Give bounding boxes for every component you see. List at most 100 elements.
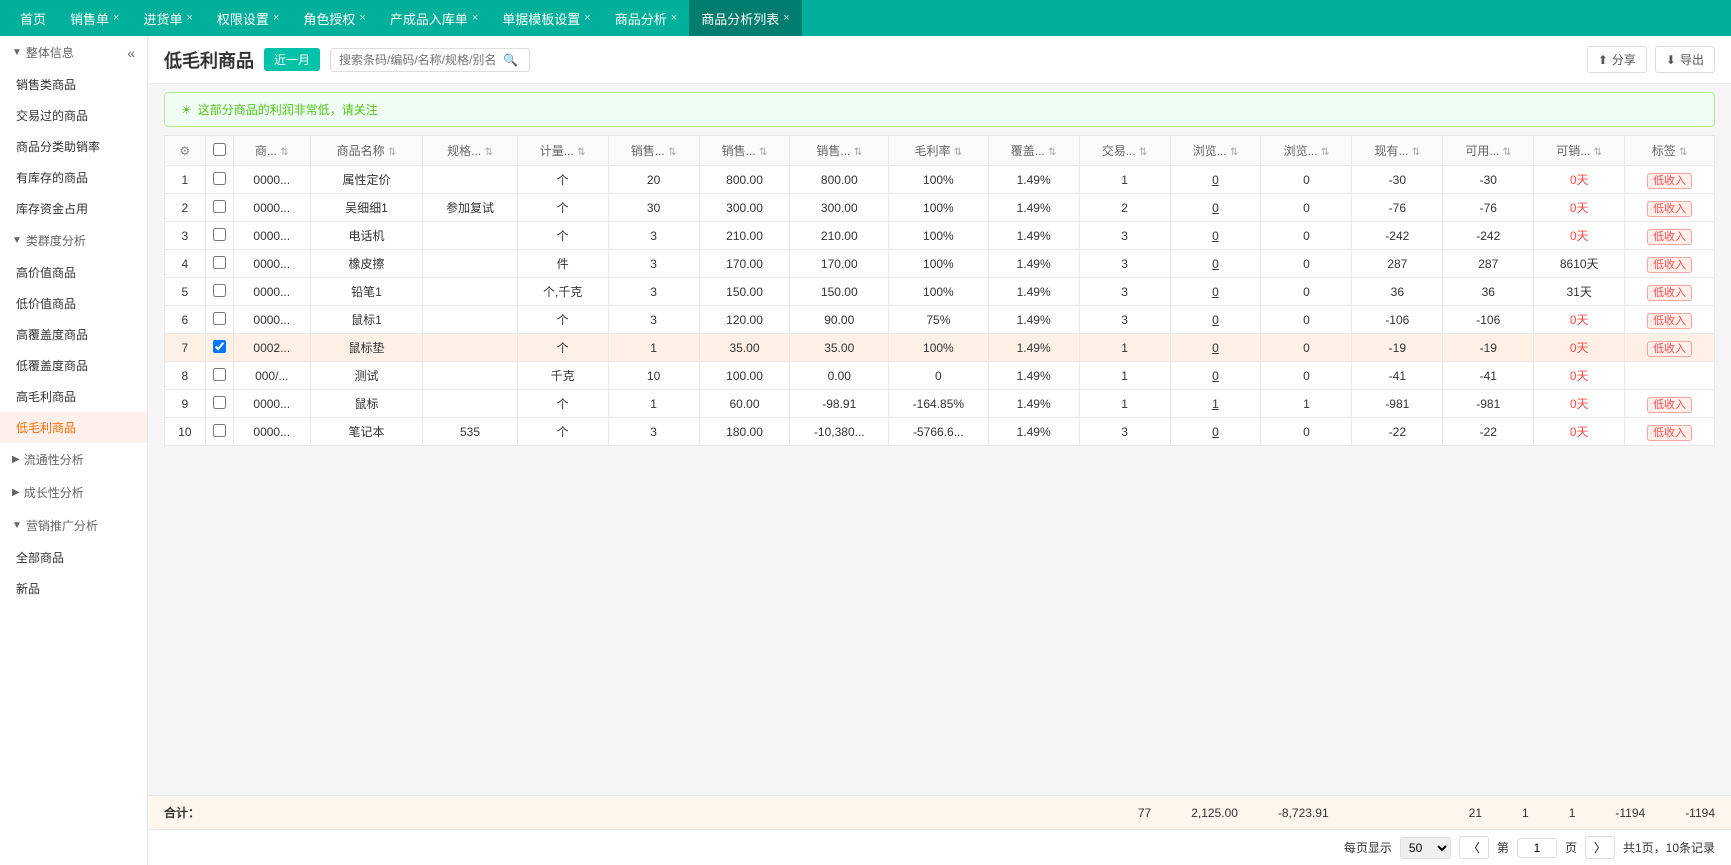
sidebar-group-title-marketing[interactable]: ▼ 营销推广分析 (0, 509, 147, 542)
nav-sales[interactable]: 销售单 × (58, 0, 131, 36)
row-view1[interactable]: 0 (1170, 222, 1261, 250)
sidebar-item-traded[interactable]: 交易过的商品 (0, 100, 147, 131)
sort-icon[interactable]: ⇅ (280, 147, 288, 158)
row-checkbox[interactable] (205, 222, 233, 250)
sidebar-collapse-btn[interactable]: « (127, 45, 135, 61)
sort-icon[interactable]: ⇅ (1230, 147, 1238, 158)
sort-icon[interactable]: ⇅ (484, 147, 492, 158)
sort-icon[interactable]: ⇅ (577, 147, 585, 158)
nav-roles[interactable]: 角色授权 × (291, 0, 377, 36)
sidebar-item-high-coverage[interactable]: 高覆盖度商品 (0, 319, 147, 350)
sidebar-item-category-assist[interactable]: 商品分类助销率 (0, 131, 147, 162)
row-view1[interactable]: 0 (1170, 418, 1261, 446)
sidebar-item-low-coverage[interactable]: 低覆盖度商品 (0, 350, 147, 381)
row-view1[interactable]: 1 (1170, 390, 1261, 418)
col-view2[interactable]: 浏览... ⇅ (1261, 136, 1352, 166)
nav-permissions[interactable]: 权限设置 × (205, 0, 291, 36)
prev-page-button[interactable]: 〈 (1459, 836, 1489, 859)
search-input[interactable] (339, 53, 499, 67)
select-all-checkbox[interactable] (213, 143, 226, 156)
sidebar-group-title-flow[interactable]: ▶ 流通性分析 (0, 443, 147, 476)
sidebar-group-title-growth[interactable]: ▶ 成长性分析 (0, 476, 147, 509)
row-view1[interactable]: 0 (1170, 250, 1261, 278)
nav-product-analysis-list[interactable]: 商品分析列表 × (689, 0, 801, 36)
col-sale-amt[interactable]: 销售... ⇅ (699, 136, 790, 166)
row-view1[interactable]: 0 (1170, 166, 1261, 194)
sidebar-group-title-overall[interactable]: ▼ 整体信息 « (0, 36, 147, 69)
row-checkbox[interactable] (205, 390, 233, 418)
sidebar-item-in-stock[interactable]: 有库存的商品 (0, 162, 147, 193)
col-view1[interactable]: 浏览... ⇅ (1170, 136, 1261, 166)
row-checkbox[interactable] (205, 250, 233, 278)
close-icon[interactable]: × (671, 12, 677, 24)
share-button[interactable]: ⬆ 分享 (1587, 46, 1647, 73)
col-tag[interactable]: 标签 ⇅ (1625, 136, 1715, 166)
col-settings[interactable]: ⚙ (165, 136, 206, 166)
row-view1[interactable]: 0 (1170, 362, 1261, 390)
row-checkbox[interactable] (205, 278, 233, 306)
sidebar-item-low-profit[interactable]: 低毛利商品 (0, 412, 147, 443)
col-current[interactable]: 现有... ⇅ (1352, 136, 1443, 166)
col-sale-profit[interactable]: 销售... ⇅ (790, 136, 889, 166)
sidebar-item-low-value[interactable]: 低价值商品 (0, 288, 147, 319)
search-icon[interactable]: 🔍 (503, 53, 518, 67)
row-checkbox[interactable] (205, 166, 233, 194)
sidebar-item-high-value[interactable]: 高价值商品 (0, 257, 147, 288)
sort-icon[interactable]: ⇅ (1412, 147, 1420, 158)
col-profit-rate[interactable]: 毛利率 ⇅ (889, 136, 989, 166)
sidebar-group-title-cluster[interactable]: ▼ 类群度分析 (0, 224, 147, 257)
row-checkbox[interactable] (205, 334, 233, 362)
close-icon[interactable]: × (113, 12, 119, 24)
col-sale-qty[interactable]: 销售... ⇅ (608, 136, 699, 166)
filter-button[interactable]: 近一月 (264, 48, 320, 71)
nav-purchase[interactable]: 进货单 × (131, 0, 204, 36)
col-unit[interactable]: 计量... ⇅ (517, 136, 608, 166)
col-saleable[interactable]: 可销... ⇅ (1534, 136, 1625, 166)
close-icon[interactable]: × (584, 12, 590, 24)
sort-icon[interactable]: ⇅ (1594, 147, 1602, 158)
export-button[interactable]: ⬇ 导出 (1655, 46, 1715, 73)
close-icon[interactable]: × (186, 12, 192, 24)
sort-icon[interactable]: ⇅ (1048, 147, 1056, 158)
sort-icon[interactable]: ⇅ (1679, 147, 1687, 158)
nav-template[interactable]: 单据模板设置 × (490, 0, 602, 36)
close-icon[interactable]: × (783, 12, 789, 24)
sort-icon[interactable]: ⇅ (388, 147, 396, 158)
sort-icon[interactable]: ⇅ (1139, 147, 1147, 158)
sidebar-item-new-products[interactable]: 新品 (0, 573, 147, 604)
col-coverage[interactable]: 覆盖... ⇅ (988, 136, 1079, 166)
sort-icon[interactable]: ⇅ (1321, 147, 1329, 158)
row-checkbox[interactable] (205, 306, 233, 334)
row-checkbox[interactable] (205, 194, 233, 222)
sort-icon[interactable]: ⇅ (854, 147, 862, 158)
close-icon[interactable]: × (359, 12, 365, 24)
next-page-button[interactable]: 〉 (1585, 836, 1615, 859)
col-available[interactable]: 可用... ⇅ (1443, 136, 1534, 166)
sidebar-item-sales-products[interactable]: 销售类商品 (0, 69, 147, 100)
nav-product-entry[interactable]: 产成品入库单 × (378, 0, 490, 36)
sort-icon[interactable]: ⇅ (668, 147, 676, 158)
row-view1[interactable]: 0 (1170, 194, 1261, 222)
per-page-select[interactable]: 50 100 200 (1400, 837, 1451, 859)
page-number-input[interactable] (1517, 838, 1557, 858)
settings-icon[interactable]: ⚙ (180, 144, 191, 158)
nav-home[interactable]: 首页 (8, 0, 58, 36)
sidebar-item-all-products[interactable]: 全部商品 (0, 542, 147, 573)
nav-product-analysis[interactable]: 商品分析 × (603, 0, 689, 36)
col-name[interactable]: 商品名称 ⇅ (310, 136, 423, 166)
close-icon[interactable]: × (273, 12, 279, 24)
col-trade[interactable]: 交易... ⇅ (1079, 136, 1170, 166)
close-icon[interactable]: × (472, 12, 478, 24)
row-view1[interactable]: 0 (1170, 306, 1261, 334)
col-spec[interactable]: 规格... ⇅ (423, 136, 517, 166)
row-view1[interactable]: 0 (1170, 278, 1261, 306)
sort-icon[interactable]: ⇅ (1503, 147, 1511, 158)
row-checkbox[interactable] (205, 418, 233, 446)
sort-icon[interactable]: ⇅ (954, 147, 962, 158)
sidebar-item-high-profit[interactable]: 高毛利商品 (0, 381, 147, 412)
row-view1[interactable]: 0 (1170, 334, 1261, 362)
row-checkbox[interactable] (205, 362, 233, 390)
col-code[interactable]: 商... ⇅ (233, 136, 310, 166)
sidebar-item-capital[interactable]: 库存资金占用 (0, 193, 147, 224)
sort-icon[interactable]: ⇅ (759, 147, 767, 158)
